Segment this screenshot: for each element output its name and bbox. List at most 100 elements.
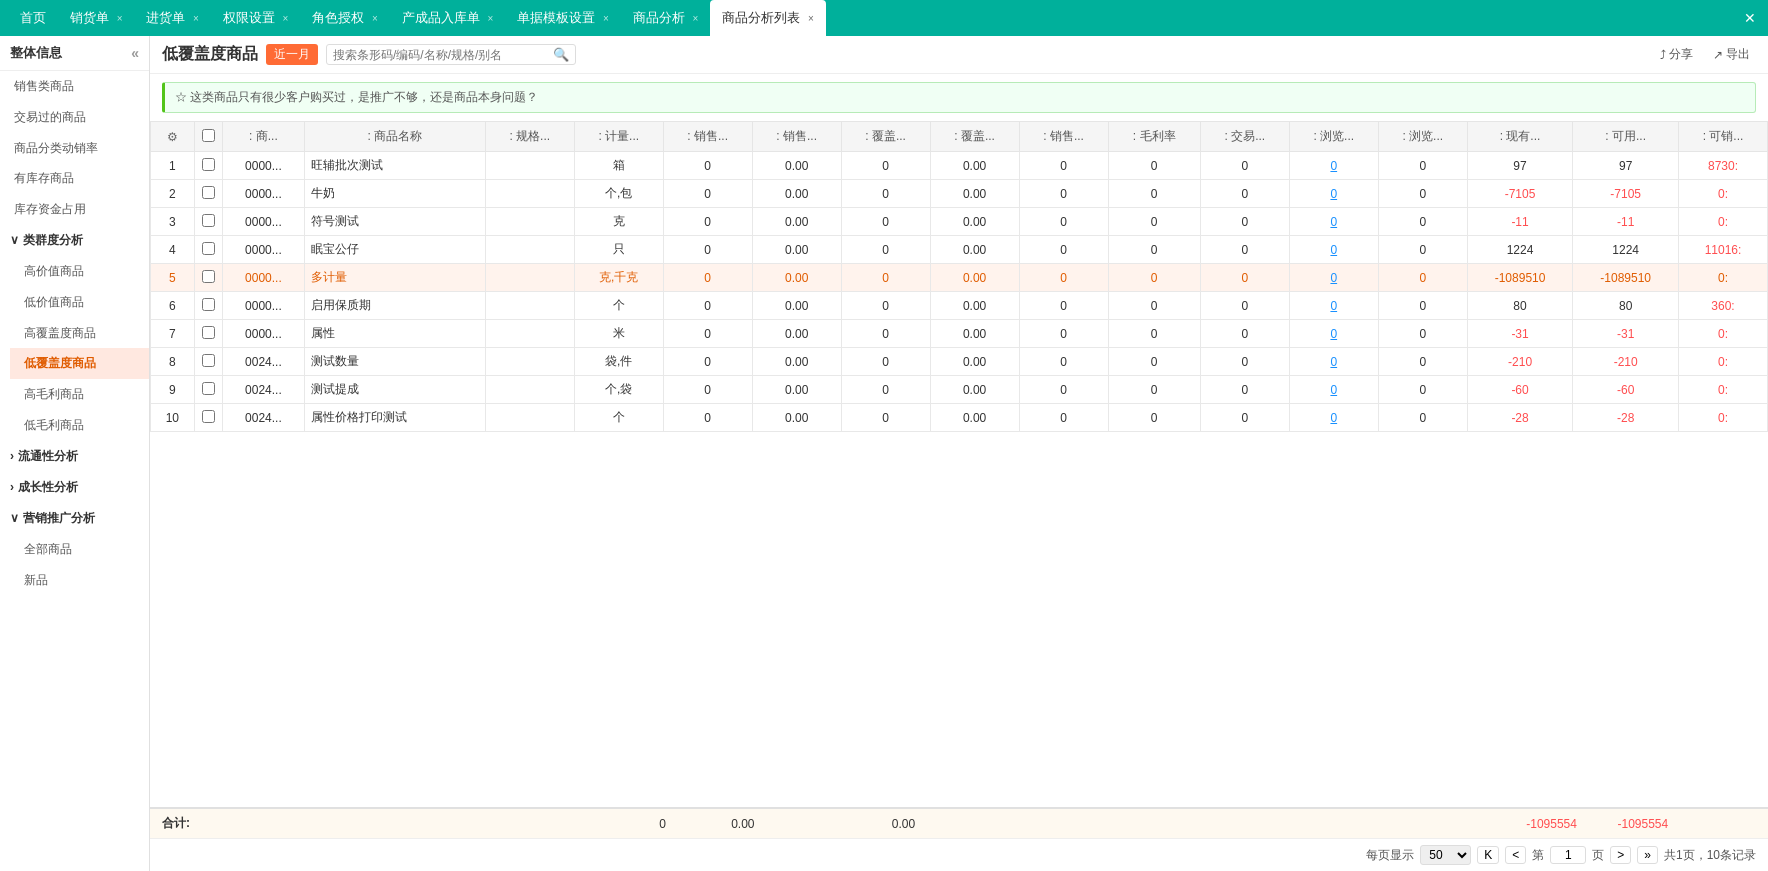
sidebar-item-stock-capital[interactable]: 库存资金占用	[0, 194, 149, 225]
main-container: 整体信息 « 销售类商品 交易过的商品 商品分类动销率 有库存商品 库存资金占用…	[0, 36, 1768, 871]
row-checkbox[interactable]	[202, 242, 215, 255]
table-row: 10 0024... 属性价格打印测试 个 0 0.00 0 0.00 0 0 …	[151, 404, 1768, 432]
date-filter-button[interactable]: 近一月	[266, 44, 318, 65]
nav-tab-permission[interactable]: 权限设置 ×	[211, 0, 300, 36]
sidebar-item-low-value[interactable]: 低价值商品	[10, 287, 149, 318]
sidebar-group-cluster[interactable]: ∨ 类群度分析	[0, 225, 149, 256]
row-checkbox-cell[interactable]	[194, 208, 222, 236]
row-checkbox[interactable]	[202, 410, 215, 423]
browse1-link[interactable]: 0	[1330, 411, 1337, 425]
sidebar-item-high-gross[interactable]: 高毛利商品	[10, 379, 149, 410]
row-browse1[interactable]: 0	[1289, 180, 1378, 208]
sidebar-item-traded-goods[interactable]: 交易过的商品	[0, 102, 149, 133]
row-checkbox-cell[interactable]	[194, 264, 222, 292]
sidebar-item-low-coverage[interactable]: 低覆盖度商品	[10, 348, 149, 379]
row-checkbox-cell[interactable]	[194, 376, 222, 404]
row-checkbox[interactable]	[202, 270, 215, 283]
row-checkbox-cell[interactable]	[194, 404, 222, 432]
nav-tab-warehouse[interactable]: 产成品入库单 ×	[390, 0, 505, 36]
search-input[interactable]	[333, 48, 553, 62]
browse1-link[interactable]: 0	[1330, 355, 1337, 369]
row-available: -7105	[1573, 180, 1679, 208]
row-checkbox[interactable]	[202, 298, 215, 311]
row-checkbox-cell[interactable]	[194, 348, 222, 376]
sidebar-collapse-button[interactable]: «	[131, 45, 139, 61]
col-settings[interactable]: ⚙	[151, 122, 195, 152]
nav-tab-template[interactable]: 单据模板设置 ×	[505, 0, 620, 36]
row-checkbox[interactable]	[202, 326, 215, 339]
nav-tab-analysis-list[interactable]: 商品分析列表 ×	[710, 0, 825, 36]
sidebar-item-all-goods[interactable]: 全部商品	[10, 534, 149, 565]
row-checkbox-cell[interactable]	[194, 236, 222, 264]
sidebar-item-new-goods[interactable]: 新品	[10, 565, 149, 596]
row-checkbox-cell[interactable]	[194, 320, 222, 348]
row-checkbox-cell[interactable]	[194, 180, 222, 208]
nav-tab-analysis[interactable]: 商品分析 ×	[621, 0, 710, 36]
browse1-link[interactable]: 0	[1330, 159, 1337, 173]
browse1-link[interactable]: 0	[1330, 383, 1337, 397]
row-browse1[interactable]: 0	[1289, 264, 1378, 292]
nav-close-analysis[interactable]: ×	[692, 13, 698, 24]
browse1-link[interactable]: 0	[1330, 327, 1337, 341]
row-checkbox[interactable]	[202, 186, 215, 199]
prev-page-button[interactable]: <	[1505, 846, 1526, 864]
nav-close-warehouse[interactable]: ×	[488, 13, 494, 24]
row-checkbox-cell[interactable]	[194, 152, 222, 180]
row-browse1[interactable]: 0	[1289, 152, 1378, 180]
sidebar-item-in-stock[interactable]: 有库存商品	[0, 163, 149, 194]
nav-close-analysis-list[interactable]: ×	[808, 13, 814, 24]
row-saleable: 11016:	[1678, 236, 1767, 264]
row-browse1[interactable]: 0	[1289, 292, 1378, 320]
nav-tab-role[interactable]: 角色授权 ×	[300, 0, 389, 36]
row-unit: 克	[574, 208, 663, 236]
row-checkbox-cell[interactable]	[194, 292, 222, 320]
nav-close-permission[interactable]: ×	[283, 13, 289, 24]
sidebar-item-low-gross[interactable]: 低毛利商品	[10, 410, 149, 441]
export-button[interactable]: ↗ 导出	[1707, 44, 1756, 65]
row-checkbox[interactable]	[202, 214, 215, 227]
nav-tab-home[interactable]: 首页	[8, 0, 58, 36]
table-container[interactable]: ⚙ : 商... : 商品名称 : 规格...	[150, 121, 1768, 807]
select-all-checkbox[interactable]	[202, 129, 215, 142]
nav-close-role[interactable]: ×	[372, 13, 378, 24]
sidebar-group-growth[interactable]: › 成长性分析	[0, 472, 149, 503]
nav-tab-purchase[interactable]: 进货单 ×	[134, 0, 210, 36]
nav-close-template[interactable]: ×	[603, 13, 609, 24]
row-browse1[interactable]: 0	[1289, 208, 1378, 236]
sidebar-item-high-value[interactable]: 高价值商品	[10, 256, 149, 287]
nav-tab-sales[interactable]: 销货单 ×	[58, 0, 134, 36]
per-page-select[interactable]: 50 100 200	[1420, 845, 1471, 865]
first-page-button[interactable]: K	[1477, 846, 1499, 864]
browse1-link[interactable]: 0	[1330, 243, 1337, 257]
window-close-button[interactable]: ✕	[1740, 8, 1760, 28]
row-unit: 米	[574, 320, 663, 348]
sidebar-item-high-coverage[interactable]: 高覆盖度商品	[10, 318, 149, 349]
browse1-link[interactable]: 0	[1330, 215, 1337, 229]
sidebar-item-category-rate[interactable]: 商品分类动销率	[0, 133, 149, 164]
row-checkbox[interactable]	[202, 354, 215, 367]
browse1-link[interactable]: 0	[1330, 299, 1337, 313]
row-browse1[interactable]: 0	[1289, 404, 1378, 432]
row-checkbox[interactable]	[202, 158, 215, 171]
row-browse1[interactable]: 0	[1289, 348, 1378, 376]
row-checkbox[interactable]	[202, 382, 215, 395]
row-saleable: 0:	[1678, 264, 1767, 292]
row-browse1[interactable]: 0	[1289, 376, 1378, 404]
nav-close-purchase[interactable]: ×	[193, 13, 199, 24]
page-number-input[interactable]	[1550, 846, 1586, 864]
row-browse1[interactable]: 0	[1289, 320, 1378, 348]
browse1-link[interactable]: 0	[1330, 271, 1337, 285]
row-browse1[interactable]: 0	[1289, 236, 1378, 264]
nav-close-sales[interactable]: ×	[117, 13, 123, 24]
row-current-stock: 97	[1467, 152, 1573, 180]
sidebar-group-flow[interactable]: › 流通性分析	[0, 441, 149, 472]
share-button[interactable]: ⤴ 分享	[1654, 44, 1699, 65]
sidebar-group-marketing[interactable]: ∨ 营销推广分析	[0, 503, 149, 534]
sidebar-item-sales-goods[interactable]: 销售类商品	[0, 71, 149, 102]
row-spec	[485, 376, 574, 404]
browse1-link[interactable]: 0	[1330, 187, 1337, 201]
last-page-button[interactable]: »	[1637, 846, 1658, 864]
settings-icon[interactable]: ⚙	[167, 130, 178, 144]
row-spec	[485, 152, 574, 180]
next-page-button[interactable]: >	[1610, 846, 1631, 864]
